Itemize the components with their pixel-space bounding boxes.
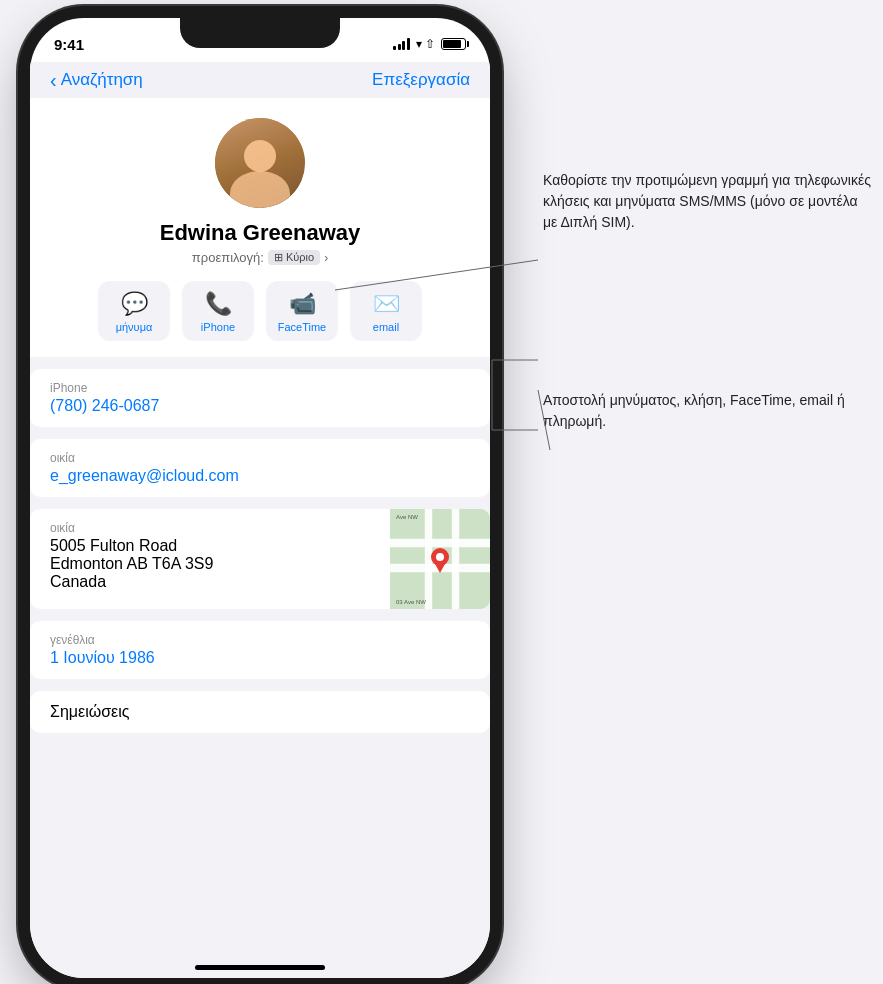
phone-icon: 📞: [205, 291, 232, 317]
svg-text:03 Ave NW: 03 Ave NW: [396, 599, 426, 605]
iphone-call-label: iPhone: [201, 321, 235, 333]
annotation-1: Καθορίστε την προτιμώμενη γραμμή για τηλ…: [543, 170, 873, 233]
message-label: μήνυμα: [116, 321, 153, 333]
wifi-icon: ▾ ⇧: [416, 37, 435, 51]
facetime-button[interactable]: 📹 FaceTime: [266, 281, 338, 341]
contact-card: Edwina Greenaway προεπιλογή: ⊞ Κύριο › 💬…: [30, 98, 490, 357]
message-button[interactable]: 💬 μήνυμα: [98, 281, 170, 341]
home-indicator: [195, 965, 325, 970]
annotation-2-text: Αποστολή μηνύματος, κλήση, FaceTime, ema…: [543, 390, 873, 432]
birthday-label: γενέθλια: [50, 633, 470, 647]
address-text: οικία 5005 Fulton Road Edmonton AB T6A 3…: [30, 509, 390, 609]
birthday-field: γενέθλια 1 Ιουνίου 1986: [30, 621, 490, 679]
phone-mockup: 9:41 ▾ ⇧ ‹ Αναζήτηση Επεξεργασία: [30, 18, 490, 978]
annotation-1-text: Καθορίστε την προτιμώμενη γραμμή για τηλ…: [543, 170, 873, 233]
facetime-icon: 📹: [289, 291, 316, 317]
action-buttons: 💬 μήνυμα 📞 iPhone 📹 FaceTime ✉️ email: [98, 281, 422, 341]
phone-field-label: iPhone: [50, 381, 470, 395]
edit-button[interactable]: Επεξεργασία: [372, 70, 470, 90]
back-label: Αναζήτηση: [61, 70, 143, 90]
address-label: οικία: [50, 521, 378, 535]
address-line2: Edmonton AB T6A 3S9: [50, 555, 378, 573]
address-field: οικία 5005 Fulton Road Edmonton AB T6A 3…: [30, 509, 490, 609]
phone-notch: [180, 18, 340, 48]
annotation-2: Αποστολή μηνύματος, κλήση, FaceTime, ema…: [543, 390, 873, 432]
svg-rect-3: [425, 509, 432, 609]
notes-field[interactable]: Σημειώσεις: [30, 691, 490, 733]
map-thumbnail[interactable]: Ave NW 03 Ave NW: [390, 509, 490, 609]
message-icon: 💬: [121, 291, 148, 317]
phone-field: iPhone (780) 246-0687: [30, 369, 490, 427]
email-icon: ✉️: [373, 291, 400, 317]
email-field-value[interactable]: e_greenaway@icloud.com: [50, 467, 470, 485]
birthday-value[interactable]: 1 Ιουνίου 1986: [50, 649, 470, 667]
svg-rect-10: [460, 548, 490, 563]
chevron-left-icon: ‹: [50, 70, 57, 90]
address-line1: 5005 Fulton Road: [50, 537, 378, 555]
svg-rect-4: [452, 509, 459, 609]
phone-field-value[interactable]: (780) 246-0687: [50, 397, 470, 415]
status-time: 9:41: [54, 36, 84, 53]
contact-default-line: προεπιλογή: ⊞ Κύριο ›: [192, 250, 328, 265]
battery-icon: [441, 38, 466, 50]
svg-text:Ave NW: Ave NW: [396, 514, 418, 520]
svg-rect-7: [460, 509, 490, 538]
svg-rect-8: [390, 548, 424, 563]
email-field-label: οικία: [50, 451, 470, 465]
svg-rect-6: [433, 509, 451, 538]
svg-point-17: [436, 553, 444, 561]
avatar: [215, 118, 305, 208]
svg-rect-12: [433, 573, 451, 609]
back-button[interactable]: ‹ Αναζήτηση: [50, 70, 143, 90]
svg-rect-1: [390, 539, 490, 547]
email-field: οικία e_greenaway@icloud.com: [30, 439, 490, 497]
email-label: email: [373, 321, 399, 333]
chevron-right-icon: ›: [324, 251, 328, 265]
email-button[interactable]: ✉️ email: [350, 281, 422, 341]
info-sections: iPhone (780) 246-0687 οικία e_greenaway@…: [30, 369, 490, 733]
address-line3: Canada: [50, 573, 378, 591]
status-icons: ▾ ⇧: [393, 37, 466, 51]
default-badge[interactable]: ⊞ Κύριο: [268, 250, 320, 265]
default-label-text: προεπιλογή:: [192, 250, 264, 265]
contact-name: Edwina Greenaway: [160, 220, 361, 246]
phone-frame: 9:41 ▾ ⇧ ‹ Αναζήτηση Επεξεργασία: [30, 18, 490, 978]
iphone-call-button[interactable]: 📞 iPhone: [182, 281, 254, 341]
nav-bar: ‹ Αναζήτηση Επεξεργασία: [30, 62, 490, 98]
svg-rect-13: [460, 573, 490, 609]
screen-content: ‹ Αναζήτηση Επεξεργασία Edwina Greenaway…: [30, 62, 490, 978]
facetime-label: FaceTime: [278, 321, 327, 333]
notes-label: Σημειώσεις: [50, 703, 129, 720]
signal-icon: [393, 38, 410, 50]
